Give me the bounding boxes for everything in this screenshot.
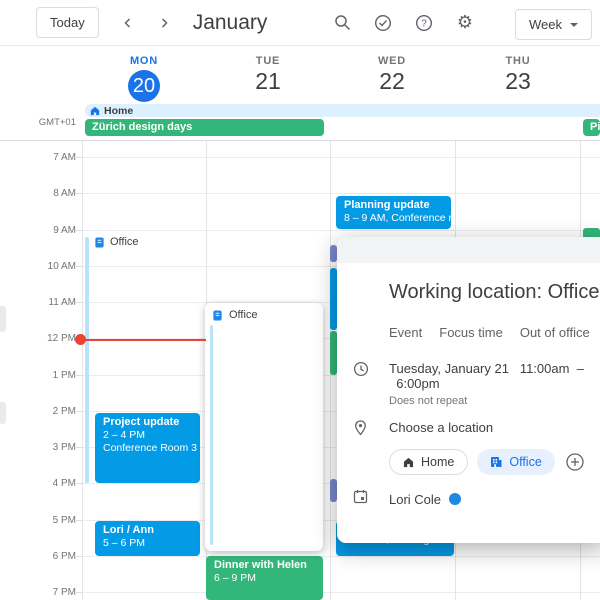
presence-dot xyxy=(449,493,462,505)
event-date: Tuesday, January 21 xyxy=(389,361,509,376)
working-location-card-tue[interactable]: Office xyxy=(205,303,323,551)
calendar-app: Today January ? ⚙ Week 7 AM 8 AM 9 AM 10… xyxy=(0,0,600,600)
event-line: 6 – 9 PM xyxy=(214,572,257,584)
working-location-banner-label: Home xyxy=(104,104,134,117)
home-chip-label: Home xyxy=(421,455,455,469)
event-line: Planning update xyxy=(344,199,430,211)
hour-label: 6 PM xyxy=(52,550,76,562)
event-project-update[interactable]: Project update 2 – 4 PM Conference Room 3 xyxy=(95,413,200,483)
event-line: 5 – 6 PM xyxy=(103,537,146,549)
hour-label: 8 AM xyxy=(53,188,76,200)
working-location-strip xyxy=(210,325,213,545)
event-start-time: 11:00am xyxy=(519,361,570,376)
day-name: WED xyxy=(377,55,407,67)
day-name: MON xyxy=(129,55,159,67)
event-planning-update[interactable]: Planning update8 – 9 AM, Conference room xyxy=(336,196,451,229)
dialog-tab-event[interactable]: Event xyxy=(389,325,422,340)
hour-gridline xyxy=(82,592,600,593)
working-location-chip-label: Office xyxy=(110,236,139,248)
office-chip-label: Office xyxy=(509,455,542,469)
owner[interactable]: Lori Cole xyxy=(389,491,462,507)
add-location-button[interactable] xyxy=(564,451,586,473)
calendar-icon xyxy=(337,489,389,509)
working-location-banner[interactable]: Home xyxy=(85,104,600,117)
dialog-tabs: EventFocus timeOut of officeW xyxy=(389,319,600,346)
dialog-drag-handle[interactable] xyxy=(337,237,600,263)
event-dinner-with-helen[interactable]: Dinner with Helen 6 – 9 PM xyxy=(206,556,323,600)
time-row: Tuesday, January 21 11:00am – 6:00pm Doe… xyxy=(337,361,600,407)
day-name: THU xyxy=(505,55,531,67)
event-line: Conference Room 3 xyxy=(103,442,197,454)
hour-label: 2 PM xyxy=(52,405,76,417)
event-line: 8 – 9 AM, Conference room xyxy=(344,212,451,224)
recurrence-label[interactable]: Does not repeat xyxy=(389,395,600,407)
day-name: TUE xyxy=(255,55,281,67)
event-sliver xyxy=(330,479,337,502)
event-sliver xyxy=(330,245,337,262)
owner-name: Lori Cole xyxy=(389,491,442,507)
event-sliver xyxy=(330,268,337,330)
home-icon xyxy=(403,457,414,467)
home-icon xyxy=(90,106,100,115)
hour-gridline xyxy=(82,193,600,195)
working-location-dialog: Working location: Office Event Focus time… xyxy=(337,237,600,543)
dialog-title: Working location: Office xyxy=(389,281,600,303)
day-number[interactable]: 20 xyxy=(128,70,160,102)
event-line: Project update xyxy=(103,416,180,428)
grid-divider xyxy=(0,140,600,141)
location-chips: Home Office xyxy=(389,449,600,475)
day-number[interactable]: 22 xyxy=(379,68,405,95)
event-end-time: 6:00pm xyxy=(396,376,440,391)
calendar-owner-row: Lori Cole xyxy=(337,489,600,509)
day-number[interactable]: 21 xyxy=(255,68,281,95)
allday-event[interactable]: Zürich design days xyxy=(85,119,324,136)
office-building-icon xyxy=(95,236,104,248)
office-location-button[interactable]: Office xyxy=(477,449,555,475)
working-location-chip-label: Office xyxy=(229,309,258,321)
day-number[interactable]: 23 xyxy=(505,68,531,95)
hour-gridline xyxy=(82,229,600,231)
hour-label: 4 PM xyxy=(52,478,76,490)
hour-label: 5 PM xyxy=(52,514,76,526)
clock-icon xyxy=(337,361,389,407)
event-sliver xyxy=(330,331,337,375)
event-datetime[interactable]: Tuesday, January 21 11:00am – 6:00pm xyxy=(389,361,600,391)
dialog-tab-focus-time[interactable]: Focus time xyxy=(439,325,503,340)
working-location-chip-tue: Office xyxy=(212,309,258,321)
home-location-button[interactable]: Home xyxy=(389,449,469,475)
event-lori-ann[interactable]: Lori / Ann 5 – 6 PM xyxy=(95,521,200,556)
hour-label: 10 AM xyxy=(47,260,76,272)
office-building-icon xyxy=(213,309,222,321)
now-line xyxy=(80,339,206,341)
timezone-label: GMT+01 xyxy=(38,117,76,128)
event-line: Lori / Ann xyxy=(103,524,154,536)
hour-label: 7 PM xyxy=(52,587,76,598)
location-pin-icon xyxy=(337,420,389,441)
working-location-strip xyxy=(85,237,89,483)
allday-event[interactable]: Pic xyxy=(583,119,600,136)
hour-label: 1 PM xyxy=(52,369,76,381)
hour-label: 11 AM xyxy=(48,297,76,308)
time-dash: – xyxy=(576,361,584,376)
now-dot xyxy=(75,334,86,345)
hour-label: 7 AM xyxy=(53,152,76,163)
event-line: 2 – 4 PM xyxy=(103,429,146,441)
hour-gridline xyxy=(82,157,600,158)
hour-label: 12 PM xyxy=(47,333,76,345)
sidebar-edge-artifact xyxy=(0,402,6,424)
event-line: Dinner with Helen xyxy=(214,559,307,571)
hour-label: 9 AM xyxy=(53,224,76,236)
sidebar-edge-artifact xyxy=(0,306,6,332)
plus-circle-icon xyxy=(566,453,584,471)
office-building-icon xyxy=(491,457,502,467)
hour-label: 3 PM xyxy=(52,442,76,453)
dialog-tab-out-of-office[interactable]: Out of office xyxy=(520,325,590,340)
column-divider xyxy=(82,140,83,600)
choose-location-label: Choose a location xyxy=(389,420,494,435)
location-row: Choose a location xyxy=(337,420,600,441)
working-location-chip-mon[interactable]: Office xyxy=(94,236,139,248)
